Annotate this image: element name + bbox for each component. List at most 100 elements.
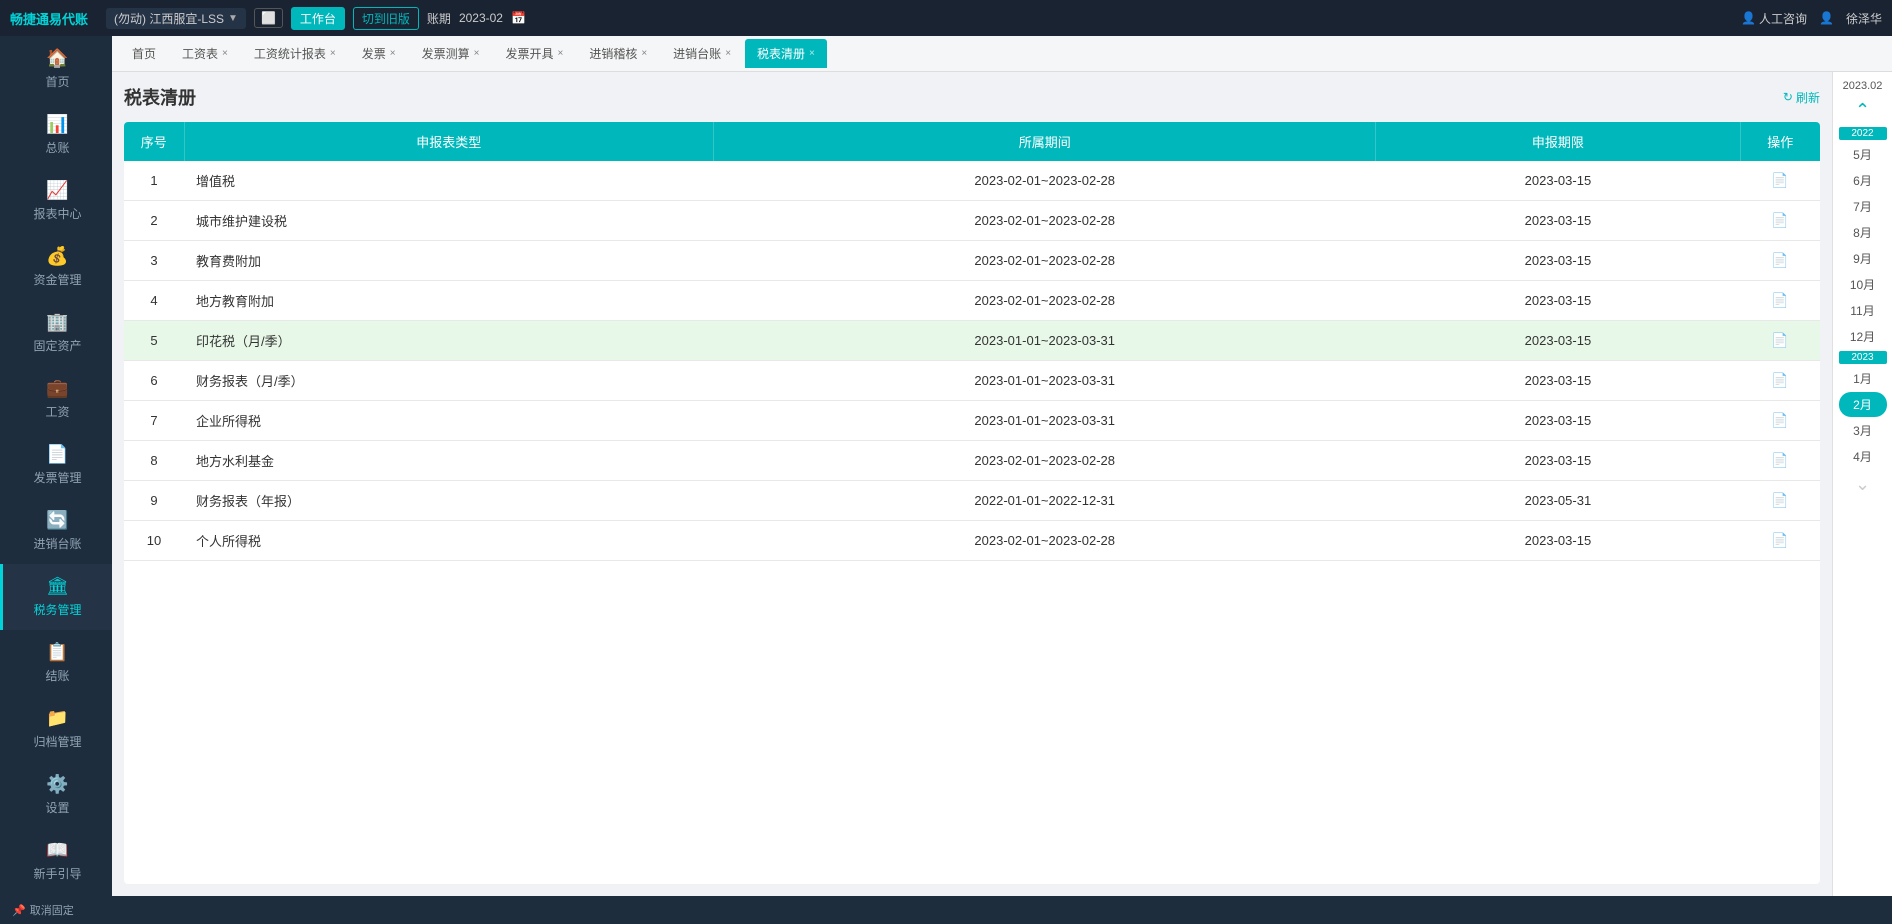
sidebar-item-label: 资金管理 (33, 271, 81, 288)
sidebar-item-固定资产[interactable]: 🏢固定资产 (0, 300, 112, 366)
sidebar-item-归档管理[interactable]: 📁归档管理 (0, 696, 112, 762)
tax-table-container: 序号 申报表类型 所属期间 申报期限 操作 1 增值税 2023-02-01~2… (124, 122, 1820, 884)
year-badge-2023[interactable]: 2023 (1839, 351, 1887, 364)
sidebar-item-总账[interactable]: 📊总账 (0, 102, 112, 168)
tab-close-icon[interactable]: × (557, 48, 563, 59)
top-bar-right: 👤 人工咨询 👤 徐泽华 (1741, 10, 1882, 27)
month-item-2022-12月[interactable]: 12月 (1839, 324, 1887, 349)
sidebar-item-label: 进销台账 (33, 535, 81, 552)
cell-period: 2023-01-01~2023-03-31 (714, 361, 1376, 401)
file-icon[interactable]: 📄 (1771, 532, 1788, 548)
table-row: 5 印花税（月/季） 2023-01-01~2023-03-31 2023-03… (124, 321, 1820, 361)
tab-发票测算[interactable]: 发票测算× (410, 39, 492, 68)
table-row: 2 城市维护建设税 2023-02-01~2023-02-28 2023-03-… (124, 201, 1820, 241)
tab-税表清册[interactable]: 税表清册 × (745, 39, 827, 68)
file-icon[interactable]: 📄 (1771, 332, 1788, 348)
tab-进销台账[interactable]: 进销台账 × (661, 39, 743, 68)
table-row: 8 地方水利基金 2023-02-01~2023-02-28 2023-03-1… (124, 441, 1820, 481)
table-row: 10 个人所得税 2023-02-01~2023-02-28 2023-03-1… (124, 521, 1820, 561)
file-icon[interactable]: 📄 (1771, 492, 1788, 508)
tab-close-icon[interactable]: × (725, 48, 731, 59)
month-item-2023-4月[interactable]: 4月 (1839, 444, 1887, 469)
tab-close-icon[interactable]: × (390, 48, 396, 59)
file-icon[interactable]: 📄 (1771, 172, 1788, 188)
cell-deadline: 2023-03-15 (1376, 321, 1740, 361)
sidebar-item-结账[interactable]: 📋结账 (0, 630, 112, 696)
cell-name: 城市维护建设税 (184, 201, 714, 241)
file-icon[interactable]: 📄 (1771, 452, 1788, 468)
cell-name: 企业所得税 (184, 401, 714, 441)
col-deadline: 申报期限 (1376, 122, 1740, 161)
tab-首页[interactable]: 首页 (120, 39, 168, 68)
table-row: 6 财务报表（月/季） 2023-01-01~2023-03-31 2023-0… (124, 361, 1820, 401)
main-panel: 税表清册 ↻ 刷新 序号 申报表类型 所属期间 (112, 72, 1832, 896)
tab-close-icon[interactable]: × (330, 48, 336, 59)
sidebar-item-进销台账[interactable]: 🔄 进销台账 (0, 498, 112, 564)
month-item-2022-7月[interactable]: 7月 (1839, 194, 1887, 219)
sidebar-item-报表中心[interactable]: 📈报表中心 (0, 168, 112, 234)
tab-工资表[interactable]: 工资表× (170, 39, 240, 68)
scroll-down-btn[interactable]: ⌄ (1855, 474, 1870, 495)
company-dropdown-icon: ▼ (228, 13, 238, 24)
sidebar-icon: 🏠 (46, 48, 68, 69)
company-selector[interactable]: (勿动) 江西服宜-LSS ▼ (106, 8, 246, 29)
file-icon[interactable]: 📄 (1771, 212, 1788, 228)
sidebar-item-发票管理[interactable]: 📄发票管理 (0, 432, 112, 498)
sidebar-item-资金管理[interactable]: 💰资金管理 (0, 234, 112, 300)
workbench-btn[interactable]: 工作台 (291, 7, 345, 30)
month-item-2022-10月[interactable]: 10月 (1839, 272, 1887, 297)
tab-label: 进销稽核 (589, 45, 637, 62)
file-icon[interactable]: 📄 (1771, 252, 1788, 268)
copy-btn[interactable]: ⬜ (254, 8, 283, 28)
refresh-button[interactable]: ↻ 刷新 (1783, 89, 1820, 106)
sidebar-item-设置[interactable]: ⚙️设置 (0, 762, 112, 828)
tab-close-icon[interactable]: × (474, 48, 480, 59)
cell-period: 2023-02-01~2023-02-28 (714, 281, 1376, 321)
sidebar-item-label: 结账 (45, 667, 69, 684)
sidebar-item-税务管理[interactable]: 🏛税务管理 (0, 564, 112, 630)
cell-name: 印花税（月/季） (184, 321, 714, 361)
tab-label: 发票 (362, 45, 386, 62)
switch-old-btn[interactable]: 切到旧版 (353, 7, 419, 30)
tab-close-icon[interactable]: × (641, 48, 647, 59)
sidebar-item-label: 归档管理 (33, 733, 81, 750)
tab-发票[interactable]: 发票 × (350, 39, 408, 68)
sidebar-item-首页[interactable]: 🏠首页 (0, 36, 112, 102)
sidebar-item-工资[interactable]: 💼工资 (0, 366, 112, 432)
sidebar-item-label: 新手引导 (33, 865, 81, 882)
calendar-icon[interactable]: 📅 (511, 11, 526, 25)
sidebar-icon: 🔄 (46, 510, 68, 531)
tab-label: 进销台账 (673, 45, 721, 62)
sidebar: 🏠首页📊总账📈报表中心💰资金管理🏢固定资产💼工资📄发票管理 🔄 进销台账 🏛税务管理📋… (0, 36, 112, 896)
tab-进销稽核[interactable]: 进销稽核 × (577, 39, 659, 68)
year-badge-2022[interactable]: 2022 (1839, 127, 1887, 140)
month-item-2022-8月[interactable]: 8月 (1839, 220, 1887, 245)
sidebar-item-新手引导[interactable]: 📖新手引导 (0, 828, 112, 894)
file-icon[interactable]: 📄 (1771, 372, 1788, 388)
tab-close-icon[interactable]: × (222, 48, 228, 59)
month-item-2023-2月[interactable]: 2月 (1839, 392, 1887, 417)
tab-工资统计报表[interactable]: 工资统计报表× (242, 39, 348, 68)
month-item-2023-1月[interactable]: 1月 (1839, 366, 1887, 391)
human-consult-btn[interactable]: 👤 人工咨询 (1741, 10, 1807, 27)
tab-close-icon[interactable]: × (809, 48, 815, 59)
cell-action: 📄 (1740, 201, 1820, 241)
month-item-2022-5月[interactable]: 5月 (1839, 142, 1887, 167)
cell-name: 地方水利基金 (184, 441, 714, 481)
cell-seq: 9 (124, 481, 184, 521)
month-item-2022-11月[interactable]: 11月 (1839, 298, 1887, 323)
scroll-up-btn[interactable]: ⌃ (1855, 100, 1870, 121)
month-item-2022-9月[interactable]: 9月 (1839, 246, 1887, 271)
sidebar-item-label: 工资 (45, 403, 69, 420)
tab-label: 税表清册 (757, 45, 805, 62)
month-item-2023-3月[interactable]: 3月 (1839, 418, 1887, 443)
unpin-btn[interactable]: 取消固定 (30, 902, 74, 918)
month-item-2022-6月[interactable]: 6月 (1839, 168, 1887, 193)
file-icon[interactable]: 📄 (1771, 412, 1788, 428)
table-header-row: 序号 申报表类型 所属期间 申报期限 操作 (124, 122, 1820, 161)
cell-seq: 6 (124, 361, 184, 401)
file-icon[interactable]: 📄 (1771, 292, 1788, 308)
col-type: 申报表类型 (184, 122, 714, 161)
page-header: 税表清册 ↻ 刷新 (124, 84, 1820, 110)
tab-发票开具[interactable]: 发票开具× (493, 39, 575, 68)
